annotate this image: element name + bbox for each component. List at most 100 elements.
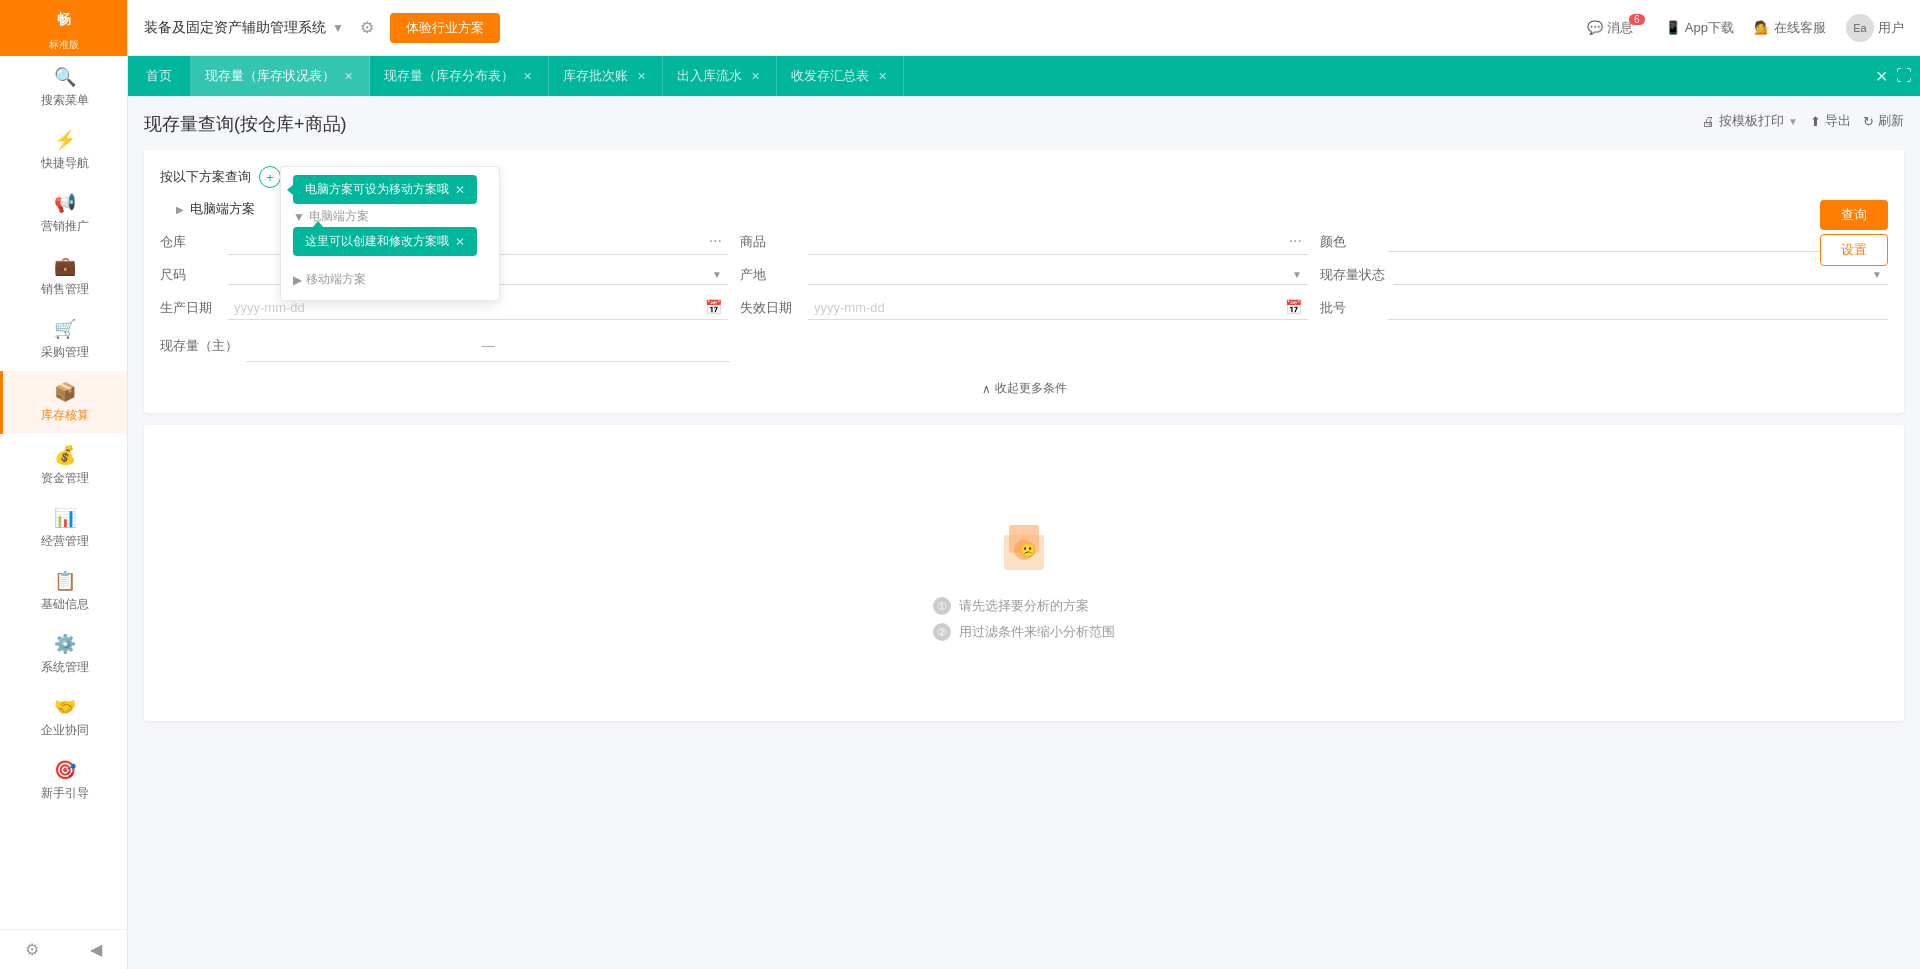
tab-close-collect-summary[interactable]: ✕ <box>875 69 889 83</box>
batch-input[interactable] <box>1388 296 1888 320</box>
system-name-arrow: ▼ <box>332 21 344 35</box>
stock-amount-label: 现存量（主） <box>160 337 238 355</box>
tooltip1-close[interactable]: ✕ <box>455 183 465 197</box>
stock-amount-min[interactable] <box>252 334 474 357</box>
filter-col-batch: 批号 <box>1320 296 1888 320</box>
tab-label-collect-summary: 收发存汇总表 <box>791 67 869 85</box>
tab-label-inventory-dist: 现存量（库存分布表） <box>384 67 514 85</box>
tab-close-inventory-dist[interactable]: ✕ <box>520 69 534 83</box>
print-btn[interactable]: 🖨 按模板打印 ▼ <box>1702 112 1798 130</box>
filter-header: 按以下方案查询 + ✎ ⇐ 电脑方案可设为移动方案哦 ✕ <box>160 166 1888 188</box>
sidebar-icon-operation: 📊 <box>54 507 76 529</box>
filter-header-label: 按以下方案查询 <box>160 168 251 186</box>
sidebar-item-enterprise[interactable]: 🤝企业协同 <box>0 686 127 749</box>
filter-col-origin: 产地 ▼ <box>740 265 1308 285</box>
settings-bottom-icon[interactable]: ⚙ <box>25 940 39 959</box>
filter-col-stock-status: 现存量状态 ▼ <box>1320 265 1888 285</box>
sidebar-icon-enterprise: 🤝 <box>54 696 76 718</box>
sidebar-label-purchase: 采购管理 <box>41 344 89 361</box>
tab-close-in-out-flow[interactable]: ✕ <box>748 69 762 83</box>
export-label: 导出 <box>1825 112 1851 130</box>
sidebar-item-search[interactable]: 🔍搜索菜单 <box>0 56 127 119</box>
service-label: 在线客服 <box>1774 19 1826 37</box>
add-scheme-btn[interactable]: + <box>259 166 281 188</box>
tooltip2-close[interactable]: ✕ <box>455 235 465 249</box>
tab-item-home[interactable]: 首页 <box>136 56 191 96</box>
prod-date-icon: 📅 <box>705 299 722 315</box>
batch-label: 批号 <box>1320 299 1380 317</box>
app-download-item[interactable]: 📱 App下载 <box>1665 19 1734 37</box>
top-header: 装备及固定资产辅助管理系统 ▼ ⚙ 体验行业方案 💬 消息 6 📱 App下载 … <box>128 0 1920 56</box>
stock-amount-max[interactable] <box>503 334 725 357</box>
tab-bar-actions: ✕ ⛶ <box>1875 67 1912 86</box>
color-label: 颜色 <box>1320 233 1380 251</box>
goods-select[interactable]: ··· <box>808 228 1308 255</box>
tooltip-text-2: 这里可以创建和修改方案哦 <box>305 233 449 250</box>
system-settings-icon[interactable]: ⚙ <box>360 18 374 37</box>
sidebar-item-system[interactable]: ⚙️系统管理 <box>0 623 127 686</box>
reset-button[interactable]: 设置 <box>1820 234 1888 266</box>
filter-actions: 查询 设置 <box>1820 200 1888 266</box>
mobile-group-text: 移动端方案 <box>306 271 366 288</box>
svg-text:😕: 😕 <box>1019 542 1037 559</box>
tab-close-inventory-status[interactable]: ✕ <box>341 69 355 83</box>
origin-label: 产地 <box>740 266 800 284</box>
size-select-arrow: ▼ <box>712 269 722 280</box>
tab-close-all-icon[interactable]: ✕ <box>1875 67 1888 86</box>
warehouse-dots[interactable]: ··· <box>709 232 722 250</box>
tab-close-batch-ledger[interactable]: ✕ <box>634 69 648 83</box>
collapse-bar[interactable]: ∧ 收起更多条件 <box>160 372 1888 397</box>
right-action-bar: 🖨 按模板打印 ▼ ⬆ 导出 ↻ 刷新 <box>1702 112 1904 130</box>
sidebar-item-inventory[interactable]: 📦库存核算 <box>0 371 127 434</box>
online-service-item[interactable]: 💁 在线客服 <box>1754 19 1826 37</box>
sidebar-item-finance[interactable]: 💰资金管理 <box>0 434 127 497</box>
tab-item-inventory-dist[interactable]: 现存量（库存分布表） ✕ <box>370 56 549 96</box>
sidebar-icon-basic: 📋 <box>54 570 76 592</box>
sidebar-item-sales[interactable]: 💼销售管理 <box>0 245 127 308</box>
message-item[interactable]: 💬 消息 6 <box>1587 19 1645 37</box>
message-badge: 6 <box>1629 14 1645 25</box>
logo-icon: 畅 <box>48 4 80 36</box>
scheme-group-mobile: ▶ 移动端方案 <box>281 267 499 300</box>
collapse-sidebar-icon[interactable]: ◀ <box>90 940 102 959</box>
expiry-date-input[interactable]: yyyy-mm-dd 📅 <box>808 295 1308 320</box>
origin-select[interactable]: ▼ <box>808 265 1308 285</box>
sidebar-item-guide[interactable]: 🎯新手引导 <box>0 749 127 812</box>
filter-col-stock-amount: 现存量（主） — <box>160 330 730 362</box>
tooltip-create-scheme: 这里可以创建和修改方案哦 ✕ <box>293 227 477 256</box>
sidebar-icon-sales: 💼 <box>54 255 76 277</box>
tab-item-collect-summary[interactable]: 收发存汇总表 ✕ <box>777 56 904 96</box>
export-btn[interactable]: ⬆ 导出 <box>1810 112 1851 130</box>
refresh-btn[interactable]: ↻ 刷新 <box>1863 112 1904 130</box>
empty-tips: ① 请先选择要分析的方案 ② 用过滤条件来缩小分析范围 <box>933 597 1115 641</box>
tip-text-2: 用过滤条件来缩小分析范围 <box>959 623 1115 641</box>
trial-button[interactable]: 体验行业方案 <box>390 13 500 43</box>
sidebar-item-operation[interactable]: 📊经营管理 <box>0 497 127 560</box>
tab-item-batch-ledger[interactable]: 库存批次账✕ <box>549 56 663 96</box>
app-icon: 📱 <box>1665 20 1681 35</box>
service-icon: 💁 <box>1754 20 1770 35</box>
goods-dots[interactable]: ··· <box>1289 232 1302 250</box>
user-item[interactable]: Ea 用户 <box>1846 14 1904 42</box>
tip-text-1: 请先选择要分析的方案 <box>959 597 1089 615</box>
export-icon: ⬆ <box>1810 114 1821 129</box>
sidebar-item-marketing[interactable]: 📢营销推广 <box>0 182 127 245</box>
empty-state: 😕 ① 请先选择要分析的方案 ② 用过滤条件来缩小分析范围 <box>144 425 1904 721</box>
sidebar-item-purchase[interactable]: 🛒采购管理 <box>0 308 127 371</box>
content-area: 🖨 按模板打印 ▼ ⬆ 导出 ↻ 刷新 现存量查询(按仓库+商品) 按以下方案查… <box>128 96 1920 969</box>
refresh-icon: ↻ <box>1863 114 1874 129</box>
color-select[interactable]: ▼ <box>1388 232 1888 252</box>
tab-item-in-out-flow[interactable]: 出入库流水✕ <box>663 56 777 96</box>
user-label: 用户 <box>1878 19 1904 37</box>
sidebar-item-quicknav[interactable]: ⚡快捷导航 <box>0 119 127 182</box>
main-area: 装备及固定资产辅助管理系统 ▼ ⚙ 体验行业方案 💬 消息 6 📱 App下载 … <box>128 0 1920 969</box>
system-name-text: 装备及固定资产辅助管理系统 <box>144 19 326 37</box>
prod-date-placeholder: yyyy-mm-dd <box>234 300 305 315</box>
stock-status-select[interactable]: ▼ <box>1393 265 1888 285</box>
tab-item-inventory-status[interactable]: 现存量（库存状况表）✕ <box>191 56 370 96</box>
svg-text:畅: 畅 <box>57 11 71 27</box>
sidebar-item-basic[interactable]: 📋基础信息 <box>0 560 127 623</box>
refresh-label: 刷新 <box>1878 112 1904 130</box>
query-button[interactable]: 查询 <box>1820 200 1888 230</box>
tab-fullscreen-icon[interactable]: ⛶ <box>1896 67 1912 86</box>
